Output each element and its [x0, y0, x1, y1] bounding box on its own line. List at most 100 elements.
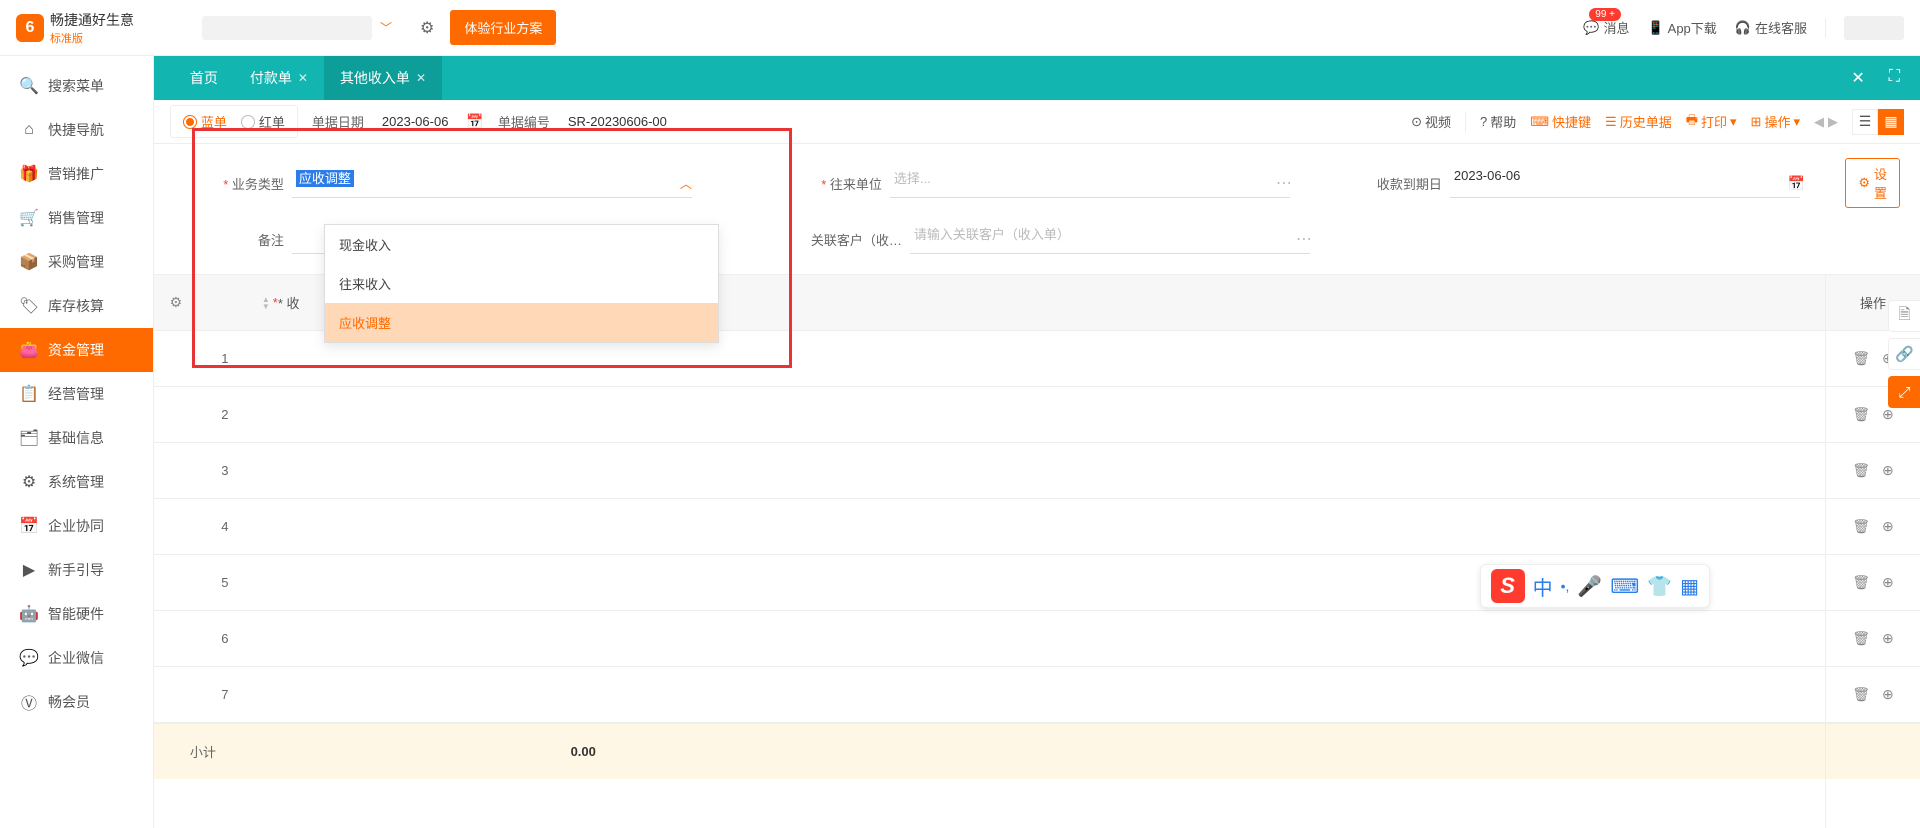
divider	[1825, 18, 1826, 38]
delete-icon[interactable]: 🗑	[1852, 462, 1870, 479]
sidebar-item-basics[interactable]: 🗂基础信息	[0, 416, 153, 460]
ime-keyboard-icon[interactable]: ⌨	[1610, 574, 1639, 599]
table-row[interactable]: 6	[154, 611, 1825, 667]
sidebar-item-system[interactable]: ⚙系统管理	[0, 460, 153, 504]
sidebar-item-marketing[interactable]: 🎁营销推广	[0, 152, 153, 196]
close-icon[interactable]: ✕	[298, 71, 308, 85]
chevron-down-icon: ▾	[1730, 114, 1737, 130]
settings-label: 设置	[1874, 164, 1887, 202]
sidebar-item-operations[interactable]: 📋经营管理	[0, 372, 153, 416]
delete-icon[interactable]: 🗑	[1852, 406, 1870, 423]
ime-toolbox-icon[interactable]: ▦	[1680, 574, 1699, 599]
sidebar-item-member[interactable]: Ⓥ畅会员	[0, 680, 153, 724]
biz-type-select[interactable]: 应收调整	[292, 168, 692, 198]
sidebar-item-wechat[interactable]: 💬企业微信	[0, 636, 153, 680]
sidebar-item-quicknav[interactable]: ⌂快捷导航	[0, 108, 153, 152]
phone-icon: 📱	[1647, 20, 1663, 36]
copy-icon[interactable]: ⊕	[1882, 518, 1894, 535]
row-num: 5	[198, 575, 252, 590]
delete-icon[interactable]: 🗑	[1852, 630, 1870, 647]
sidebar-item-sales[interactable]: 🛒销售管理	[0, 196, 153, 240]
ime-logo-icon[interactable]: S	[1491, 569, 1525, 603]
delete-icon[interactable]: 🗑	[1852, 574, 1870, 591]
video-link[interactable]: ⊙视频	[1411, 112, 1451, 131]
list-view-icon[interactable]: ☰	[1852, 109, 1878, 135]
table-row[interactable]: 2	[154, 387, 1825, 443]
prev-icon[interactable]: ◀	[1814, 114, 1824, 130]
ime-punct-icon[interactable]: •,	[1561, 578, 1570, 594]
sidebar-item-inventory[interactable]: 🏷库存核算	[0, 284, 153, 328]
close-tab-icon[interactable]: ✕	[1843, 64, 1872, 92]
table-row[interactable]: 7	[154, 667, 1825, 723]
rail-attach-icon[interactable]: 🔗	[1888, 338, 1920, 370]
dropdown-item-contact[interactable]: 往来收入	[325, 264, 718, 303]
link-cust-input[interactable]: 请输入关联客户（收入单）	[910, 224, 1310, 254]
settings-button[interactable]: ⚙设置	[1845, 158, 1900, 208]
copy-icon[interactable]: ⊕	[1882, 686, 1894, 703]
org-selector[interactable]: ﹀	[186, 16, 408, 40]
copy-icon[interactable]: ⊕	[1882, 630, 1894, 647]
delete-icon[interactable]: 🗑	[1852, 350, 1870, 367]
help-link[interactable]: ?帮助	[1480, 112, 1516, 131]
hotkey-link[interactable]: ⌨快捷键	[1530, 112, 1591, 131]
ime-lang[interactable]: 中	[1533, 572, 1553, 601]
calendar-icon[interactable]: 📅	[466, 113, 483, 130]
rail-expand-icon[interactable]: ⤢	[1888, 376, 1920, 408]
link-label: 帮助	[1490, 112, 1516, 131]
dropdown-item-cash[interactable]: 现金收入	[325, 225, 718, 264]
messages-link[interactable]: 💬 消息 99 +	[1583, 18, 1629, 37]
subtotal-label: 小计	[154, 742, 252, 761]
try-industry-button[interactable]: 体验行业方案	[450, 10, 556, 45]
print-link[interactable]: 🖶打印▾	[1686, 111, 1737, 133]
tab-payment[interactable]: 付款单✕	[234, 56, 324, 100]
app-label: App下载	[1668, 18, 1717, 37]
radio-blue[interactable]: 蓝单	[183, 112, 227, 131]
rail-note-icon[interactable]: 🗎	[1888, 300, 1920, 332]
card-view-icon[interactable]: ▦	[1878, 109, 1904, 135]
tab-other-income[interactable]: 其他收入单✕	[324, 56, 442, 100]
wechat-icon: 💬	[20, 649, 38, 667]
copy-icon[interactable]: ⊕	[1882, 406, 1894, 423]
copy-icon[interactable]: ⊕	[1882, 574, 1894, 591]
brand-edition: 标准版	[50, 30, 134, 46]
sidebar-item-guide[interactable]: ▶新手引导	[0, 548, 153, 592]
sidebar-item-hardware[interactable]: 🤖智能硬件	[0, 592, 153, 636]
history-link[interactable]: ☰历史单据	[1605, 112, 1672, 131]
grid-settings-icon[interactable]: ⚙	[154, 294, 198, 311]
next-icon[interactable]: ▶	[1828, 114, 1838, 130]
biz-type-value: 应收调整	[296, 170, 354, 187]
radio-red[interactable]: 红单	[241, 112, 285, 131]
sidebar-item-purchase[interactable]: 📦采购管理	[0, 240, 153, 284]
sidebar-item-label: 销售管理	[48, 208, 104, 228]
sidebar-item-search[interactable]: 🔍搜索菜单	[0, 64, 153, 108]
radio-dot-icon	[241, 115, 255, 129]
delete-icon[interactable]: 🗑	[1852, 686, 1870, 703]
doc-date-label: 单据日期	[312, 112, 364, 131]
sidebar-item-collab[interactable]: 📅企业协同	[0, 504, 153, 548]
sidebar-item-funds[interactable]: 👛资金管理	[0, 328, 153, 372]
expand-icon[interactable]: ⛶	[1881, 64, 1908, 92]
copy-icon[interactable]: ⊕	[1882, 462, 1894, 479]
detail-grid: ⚙ ▲▼ ** 收 1 2 3 4 5 6 7 小计	[154, 274, 1920, 828]
sidebar-item-label: 系统管理	[48, 472, 104, 492]
dropdown-item-adjust[interactable]: 应收调整	[325, 303, 718, 342]
delete-icon[interactable]: 🗑	[1852, 518, 1870, 535]
close-icon[interactable]: ✕	[416, 71, 426, 85]
home-icon: ⌂	[20, 121, 38, 139]
user-avatar[interactable]	[1844, 16, 1904, 40]
keyboard-icon: ⌨	[1530, 114, 1549, 130]
sidebar: 🔍搜索菜单 ⌂快捷导航 🎁营销推广 🛒销售管理 📦采购管理 🏷库存核算 👛资金管…	[0, 56, 154, 828]
due-date-input[interactable]: 2023-06-06	[1450, 168, 1800, 198]
table-row[interactable]: 3	[154, 443, 1825, 499]
gear-icon[interactable]: ⚙	[420, 18, 434, 38]
ime-skin-icon[interactable]: 👕	[1647, 574, 1672, 599]
doc-code-value: SR-20230606-00	[568, 114, 667, 129]
action-link[interactable]: ⊞操作▾	[1751, 112, 1800, 131]
app-download-link[interactable]: 📱 App下载	[1647, 18, 1716, 37]
table-row[interactable]: 4	[154, 499, 1825, 555]
tab-home[interactable]: 首页	[174, 56, 234, 100]
ime-mic-icon[interactable]: 🎤	[1577, 574, 1602, 599]
support-link[interactable]: 🎧 在线客服	[1735, 18, 1807, 37]
link-cust-label: 关联客户（收…	[772, 230, 902, 249]
party-select[interactable]: 选择...	[890, 168, 1290, 198]
